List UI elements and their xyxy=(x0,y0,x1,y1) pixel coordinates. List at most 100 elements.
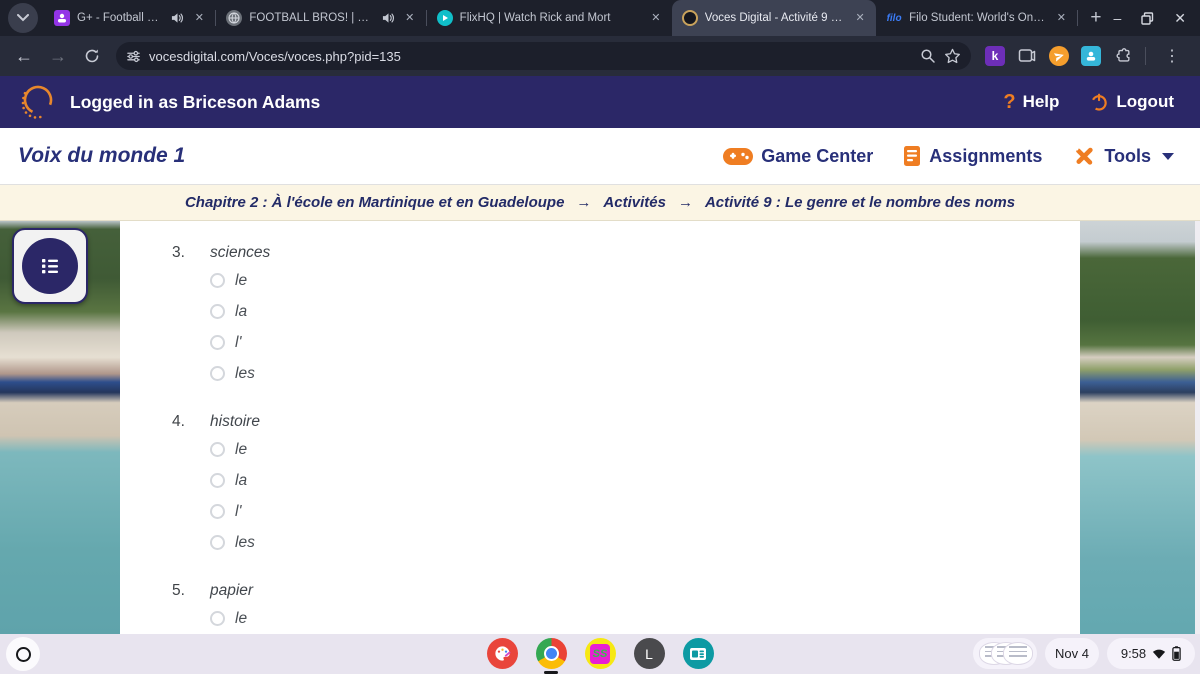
option-label: les xyxy=(235,533,255,551)
profile-bubble-extension-icon[interactable] xyxy=(1081,46,1101,66)
globe-icon xyxy=(226,10,243,26)
question-5: 5. papier le xyxy=(172,579,1080,634)
bookmark-star-icon[interactable] xyxy=(944,48,961,65)
l-letter: L xyxy=(645,645,653,662)
radio-button[interactable] xyxy=(210,335,225,350)
option-label: l' xyxy=(235,333,242,351)
kami-extension-icon[interactable]: k xyxy=(985,46,1005,66)
radio-button[interactable] xyxy=(210,304,225,319)
reading-list-extension-icon[interactable] xyxy=(1017,46,1037,66)
tab-strip: G+ - Football Bros ✕ FOOTBALL BROS! | Of… xyxy=(0,0,1200,36)
question-mark-icon: ? xyxy=(1003,90,1016,113)
radio-button[interactable] xyxy=(210,273,225,288)
tab-title: G+ - Football Bros xyxy=(77,12,165,24)
answer-option[interactable]: le xyxy=(210,434,1080,465)
reload-button[interactable] xyxy=(78,42,106,70)
tab-close-icon[interactable]: ✕ xyxy=(1053,10,1069,26)
tab-search-button[interactable] xyxy=(8,3,38,33)
radio-button[interactable] xyxy=(210,473,225,488)
tab-title: Filo Student: World's Only Liv xyxy=(909,12,1047,24)
back-button[interactable]: ← xyxy=(10,42,38,70)
activity-content: 3. sciences le la l' les 4. histoire le … xyxy=(0,221,1200,634)
news-card-app-icon[interactable] xyxy=(682,638,714,669)
tab-voces-digital-active[interactable]: Voces Digital - Activité 9 : Le g ✕ xyxy=(671,0,877,36)
restore-window-button[interactable] xyxy=(1141,11,1154,25)
notification-stack[interactable] xyxy=(973,638,1037,669)
address-bar[interactable]: vocesdigital.com/Voces/voces.php?pid=135 xyxy=(116,42,971,70)
option-label: l' xyxy=(235,502,242,520)
option-label: les xyxy=(235,364,255,382)
minimize-button[interactable]: – xyxy=(1113,10,1121,26)
audio-speaker-icon[interactable] xyxy=(171,12,184,24)
logged-in-text: Logged in as Briceson Adams xyxy=(70,91,321,112)
tools-label: Tools xyxy=(1104,145,1151,166)
radio-button[interactable] xyxy=(210,442,225,457)
tab-title: Voces Digital - Activité 9 : Le g xyxy=(704,12,846,24)
chevron-down-icon xyxy=(17,14,29,22)
gamepad-icon xyxy=(723,147,754,165)
radio-button[interactable] xyxy=(210,611,225,626)
audio-speaker-icon[interactable] xyxy=(382,12,395,24)
breadcrumb-chapter[interactable]: Chapitre 2 : À l'école en Martinique et … xyxy=(185,194,564,211)
breadcrumb-arrow-icon: → xyxy=(576,194,592,211)
beach-photo-background-right xyxy=(1080,221,1200,634)
assignments-link[interactable]: Assignments xyxy=(903,145,1042,167)
question-number: 4. xyxy=(172,413,185,430)
system-tray[interactable]: 9:58 xyxy=(1107,638,1195,669)
tab-filo-student[interactable]: filo Filo Student: World's Only Liv ✕ xyxy=(876,0,1077,36)
toolbar-separator xyxy=(1145,47,1146,65)
tab-close-icon[interactable]: ✕ xyxy=(402,10,418,26)
option-label: la xyxy=(235,302,248,320)
breadcrumb-activity: Activité 9 : Le genre et le nombre des n… xyxy=(704,194,1016,211)
page-scrollbar[interactable] xyxy=(1195,221,1200,634)
voces-sun-icon xyxy=(681,10,698,26)
answer-option[interactable]: la xyxy=(210,465,1080,496)
send-plane-extension-icon[interactable] xyxy=(1049,46,1069,66)
radio-button[interactable] xyxy=(210,535,225,550)
status-area: Nov 4 9:58 xyxy=(973,638,1195,669)
breadcrumb-section[interactable]: Activités xyxy=(603,194,666,211)
ss-game-app-icon[interactable]: SS xyxy=(584,638,616,669)
extensions-puzzle-icon[interactable] xyxy=(1113,46,1133,66)
tab-football-bros[interactable]: G+ - Football Bros ✕ xyxy=(44,0,215,36)
question-word: histoire xyxy=(210,413,260,430)
canvas-app-icon[interactable] xyxy=(486,638,518,669)
answer-option[interactable]: l' xyxy=(210,327,1080,358)
option-label: la xyxy=(235,471,248,489)
filo-wordmark-icon: filo xyxy=(886,12,902,24)
table-of-contents-button[interactable] xyxy=(12,228,88,304)
game-center-link[interactable]: Game Center xyxy=(723,146,873,167)
url-text[interactable]: vocesdigital.com/Voces/voces.php?pid=135 xyxy=(149,49,912,64)
question-panel: 3. sciences le la l' les 4. histoire le … xyxy=(120,221,1080,634)
tab-football-bros-video[interactable]: FOOTBALL BROS! | Officia ✕ xyxy=(216,0,425,36)
forward-button[interactable]: → xyxy=(44,42,72,70)
breadcrumb: Chapitre 2 : À l'école en Martinique et … xyxy=(0,185,1200,221)
answer-option[interactable]: le xyxy=(210,603,1080,634)
date-pill[interactable]: Nov 4 xyxy=(1045,638,1099,669)
question-word: papier xyxy=(210,582,254,599)
answer-option[interactable]: le xyxy=(210,265,1080,296)
chrome-menu-button[interactable]: ⋮ xyxy=(1158,46,1186,66)
tab-close-icon[interactable]: ✕ xyxy=(191,10,207,26)
help-link[interactable]: ? Help xyxy=(1003,91,1059,114)
breadcrumb-arrow-icon: → xyxy=(677,194,693,211)
l-app-icon[interactable]: L xyxy=(633,638,665,669)
close-window-button[interactable]: ✕ xyxy=(1174,10,1186,27)
tab-flixhq[interactable]: FlixHQ | Watch Rick and Mort ✕ xyxy=(427,0,672,36)
radio-button[interactable] xyxy=(210,366,225,381)
date-label: Nov 4 xyxy=(1055,646,1089,661)
search-icon[interactable] xyxy=(920,48,936,64)
tools-dropdown[interactable]: Tools xyxy=(1072,144,1174,168)
answer-option[interactable]: la xyxy=(210,296,1080,327)
logout-link[interactable]: Logout xyxy=(1089,92,1174,112)
tune-icon[interactable] xyxy=(126,49,141,64)
answer-option[interactable]: les xyxy=(210,527,1080,558)
new-tab-button[interactable]: + xyxy=(1078,7,1113,29)
tab-close-icon[interactable]: ✕ xyxy=(852,10,868,26)
chrome-app-icon[interactable] xyxy=(535,638,567,674)
radio-button[interactable] xyxy=(210,504,225,519)
answer-option[interactable]: les xyxy=(210,358,1080,389)
voces-logo-icon xyxy=(21,85,53,119)
tab-close-icon[interactable]: ✕ xyxy=(648,10,664,26)
answer-option[interactable]: l' xyxy=(210,496,1080,527)
